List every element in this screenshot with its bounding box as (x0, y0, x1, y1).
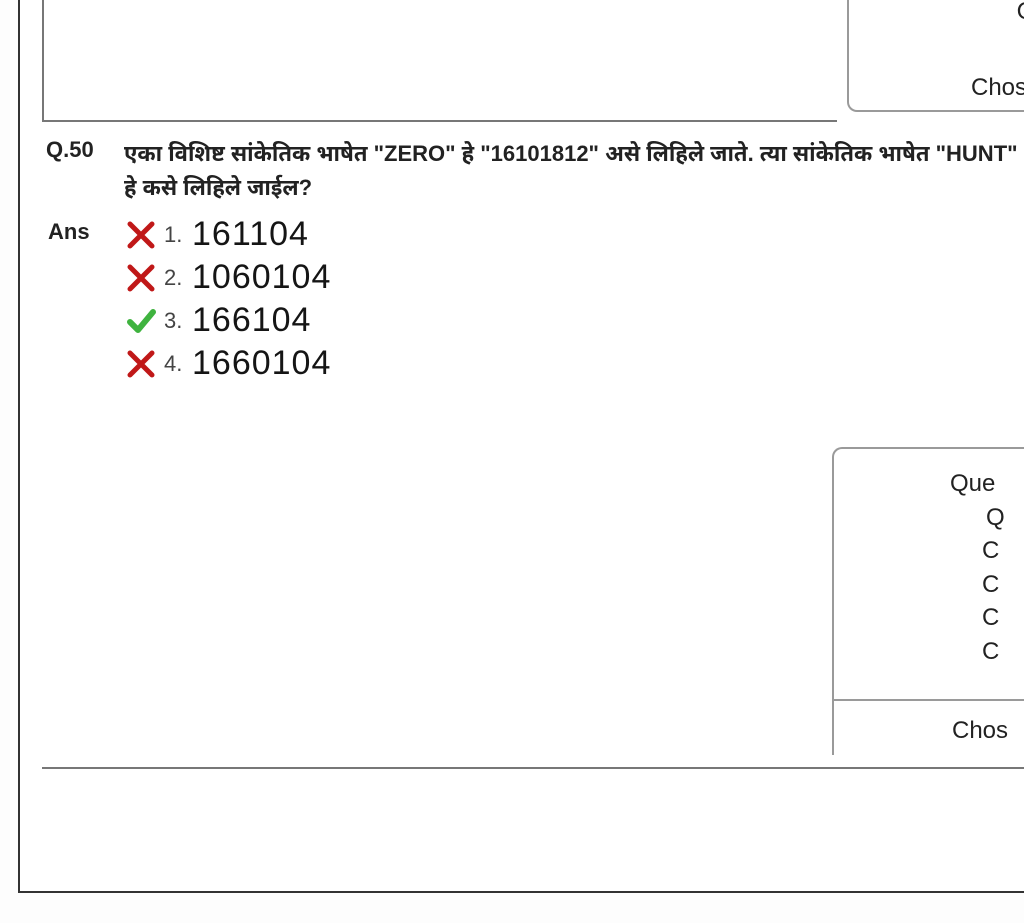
option-value: 161104 (192, 215, 309, 254)
question-row: Q.50 एका विशिष्ट सांकेतिक भाषेत "ZERO" ह… (42, 137, 1024, 205)
side-chosen-label: Chos (952, 717, 1008, 745)
options-list: 1. 161104 2. 1060104 3. (124, 215, 331, 383)
page-frame: C Chos Q.50 एका विशिष्ट सांकेतिक भाषेत "… (18, 0, 1024, 893)
option-2: 2. 1060104 (124, 258, 331, 297)
answer-row: Ans 1. 161104 2. 1060104 (42, 215, 1024, 383)
answer-label: Ans (42, 215, 124, 245)
option-1: 1. 161104 (124, 215, 331, 254)
inner-frame: C Chos Q.50 एका विशिष्ट सांकेतिक भाषेत "… (42, 0, 1024, 869)
option-4: 4. 1660104 (124, 344, 331, 383)
side-info-box: Que Q C C C C Chos (832, 447, 1024, 755)
option-value: 1660104 (192, 344, 331, 383)
side-label-c2: C (834, 568, 1024, 602)
question-bottom-border (42, 767, 1024, 769)
option-number: 4. (164, 351, 186, 377)
question-block: Q.50 एका विशिष्ट सांकेतिक भाषेत "ZERO" ह… (42, 137, 1024, 383)
question-number: Q.50 (42, 137, 124, 163)
previous-side-box: C Chos (847, 0, 1024, 112)
option-number: 1. (164, 222, 186, 248)
option-3: 3. 166104 (124, 301, 331, 340)
cross-icon (124, 261, 158, 295)
side-label-q: Q (834, 501, 1024, 535)
side-label-c1: C (834, 534, 1024, 568)
prev-side-partial-c: C (1017, 0, 1024, 26)
side-label-c3: C (834, 601, 1024, 635)
option-value: 166104 (192, 301, 311, 340)
question-text: एका विशिष्ट सांकेतिक भाषेत "ZERO" हे "16… (124, 137, 1024, 205)
option-value: 1060104 (192, 258, 331, 297)
previous-question-box (42, 0, 837, 122)
cross-icon (124, 218, 158, 252)
cross-icon (124, 347, 158, 381)
check-icon (124, 304, 158, 338)
side-box-divider (834, 699, 1024, 701)
prev-chosen-label: Chos (971, 74, 1024, 102)
side-label-c4: C (834, 635, 1024, 669)
option-number: 3. (164, 308, 186, 334)
option-number: 2. (164, 265, 186, 291)
side-label-que: Que (834, 467, 1024, 501)
side-info-inner: Que Q C C C C (834, 449, 1024, 669)
